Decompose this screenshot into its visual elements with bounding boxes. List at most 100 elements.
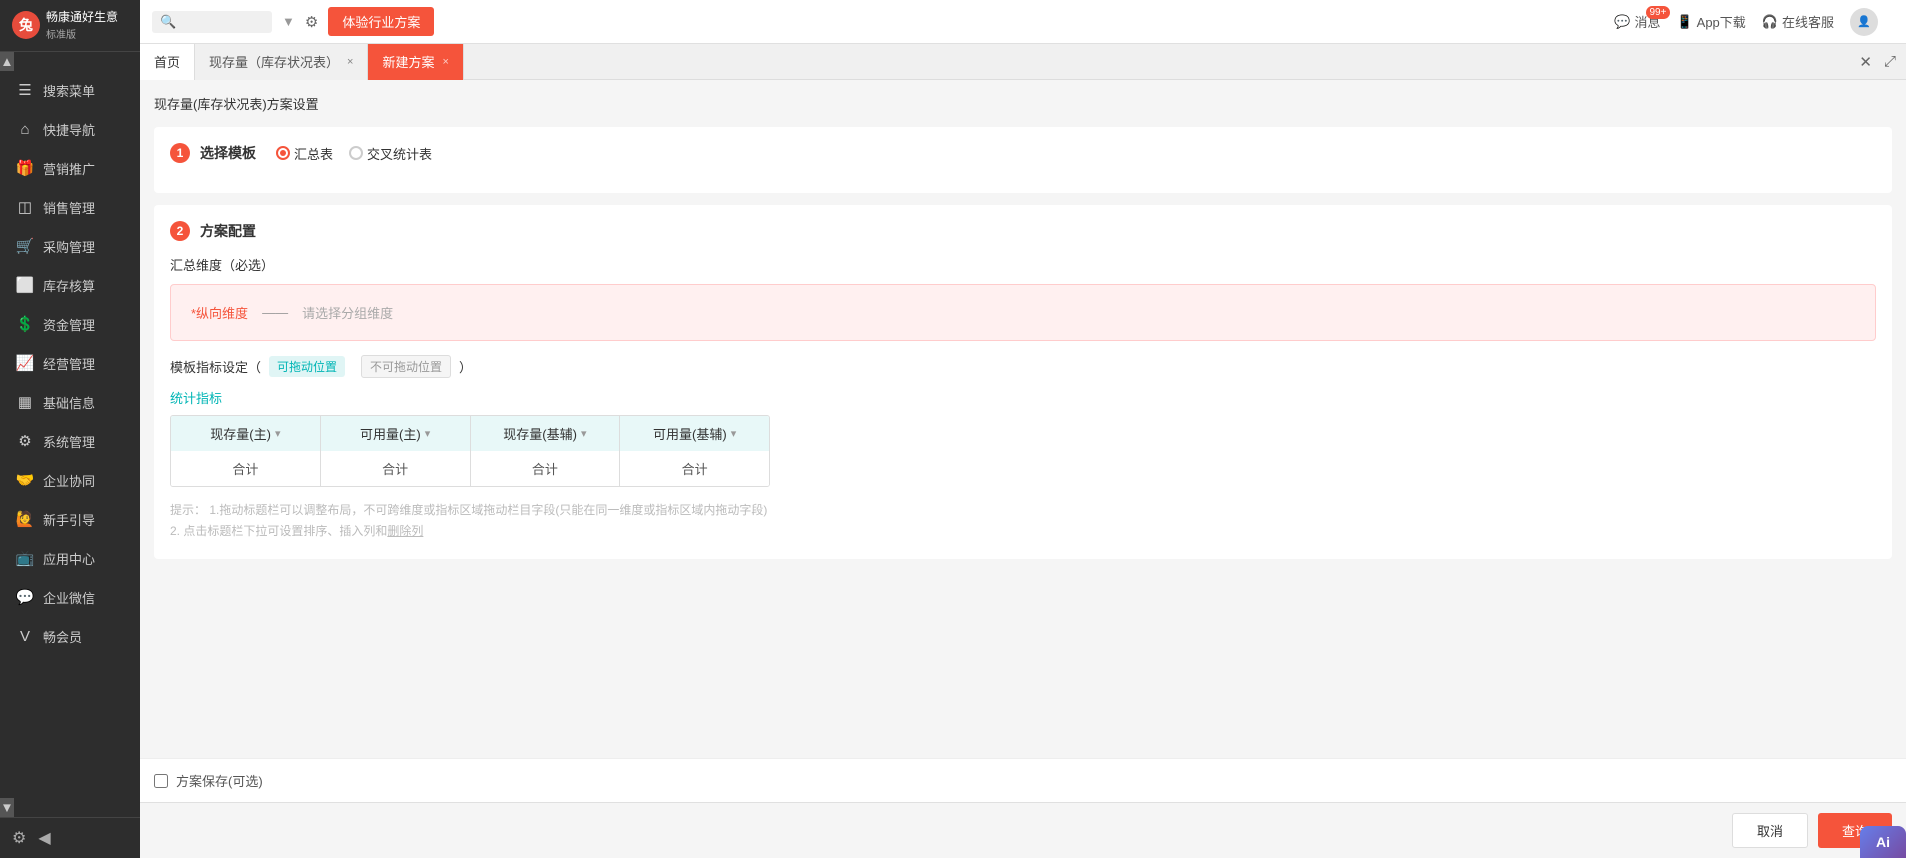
col-current-aux-label: 现存量(基辅) xyxy=(503,424,577,443)
topbar-gear-icon[interactable]: ⚙ xyxy=(305,13,318,31)
col-available-main-dropdown[interactable]: ▾ xyxy=(425,427,431,440)
collapse-icon[interactable]: ◀ xyxy=(38,828,50,848)
dimension-required-star: *纵向维度 xyxy=(191,303,248,322)
col-current-aux[interactable]: 现存量(基辅) ▾ xyxy=(471,416,621,451)
enterprise-icon: 🤝 xyxy=(15,471,35,489)
ai-label: Ai xyxy=(1876,834,1890,850)
tab-close-window-btn[interactable]: ✕ xyxy=(1855,51,1876,73)
logo-icon: 兔 xyxy=(12,11,40,39)
sidebar-item-operations[interactable]: 📈 经营管理 xyxy=(0,344,140,383)
cell-total-2: 合计 xyxy=(321,451,471,486)
cell-total-4: 合计 xyxy=(620,451,769,486)
sidebar-item-purchase[interactable]: 🛒 采购管理 xyxy=(0,227,140,266)
col-current-main[interactable]: 现存量(主) ▾ xyxy=(171,416,321,451)
sidebar-item-label: 资金管理 xyxy=(43,315,95,334)
member-icon: V xyxy=(15,628,35,645)
col-available-aux[interactable]: 可用量(基辅) ▾ xyxy=(620,416,769,451)
sidebar-item-label: 应用中心 xyxy=(43,549,95,568)
section1-num: 1 xyxy=(170,143,190,163)
cancel-button[interactable]: 取消 xyxy=(1732,813,1808,848)
sidebar-item-system[interactable]: ⚙ 系统管理 xyxy=(0,422,140,461)
sidebar-item-finance[interactable]: 💲 资金管理 xyxy=(0,305,140,344)
col-available-aux-dropdown[interactable]: ▾ xyxy=(731,427,737,440)
sidebar-item-enterprise-wechat[interactable]: 💬 企业微信 xyxy=(0,578,140,617)
inventory-tab-close[interactable]: × xyxy=(347,56,353,68)
quick-nav-icon: ⌂ xyxy=(15,121,35,138)
app-sub: 标准版 xyxy=(46,26,118,41)
app-name: 畅康通好生意 xyxy=(46,10,118,26)
sales-icon: ◫ xyxy=(15,198,35,216)
search-icon: 🔍 xyxy=(160,14,176,30)
tab-maximize-btn[interactable]: ⤢ xyxy=(1880,51,1900,72)
tip-1: 提示： 1.拖动标题栏可以调整布局，不可跨维度或指标区域拖动栏目字段(只能在同一… xyxy=(170,501,1876,518)
save-row: 方案保存(可选) xyxy=(140,758,1906,802)
dimension-input-area[interactable]: *纵向维度 —— 请选择分组维度 xyxy=(170,284,1876,341)
trial-industry-button[interactable]: 体验行业方案 xyxy=(328,7,434,36)
save-label: 方案保存(可选) xyxy=(176,771,263,790)
sidebar-item-basic-info[interactable]: ▦ 基础信息 xyxy=(0,383,140,422)
dimension-required-title: 汇总维度（必选） xyxy=(170,255,1876,274)
col-current-aux-dropdown[interactable]: ▾ xyxy=(581,427,587,440)
ai-float-button[interactable]: Ai xyxy=(1860,826,1906,858)
radio-dot-cross xyxy=(349,146,363,160)
section-plan-config: 2 方案配置 汇总维度（必选） *纵向维度 —— 请选择分组维度 模板指标设定（… xyxy=(154,205,1892,559)
topbar-right: 💬 消息 99+ 📱 App下载 🎧 在线客服 👤 xyxy=(1614,8,1894,36)
sidebar: 兔 畅康通好生意 标准版 ▲ ☰ 搜索菜单 ⌂ 快捷导航 🎁 营销推广 ◫ 销售… xyxy=(0,0,140,858)
sidebar-item-sales[interactable]: ◫ 销售管理 xyxy=(0,188,140,227)
sidebar-item-label: 企业协同 xyxy=(43,471,95,490)
template-options: 汇总表 交叉统计表 xyxy=(276,144,432,163)
marketing-icon: 🎁 xyxy=(15,159,35,177)
dimension-separator: —— xyxy=(262,305,288,320)
basic-info-icon: ▦ xyxy=(15,393,35,411)
radio-cross[interactable]: 交叉统计表 xyxy=(349,144,432,163)
message-btn[interactable]: 💬 消息 99+ xyxy=(1614,12,1660,31)
cell-total-3: 合计 xyxy=(471,451,621,486)
page-title: 现存量(库存状况表)方案设置 xyxy=(154,94,1892,113)
sidebar-item-label: 采购管理 xyxy=(43,237,95,256)
topbar-dropdown-icon[interactable]: ▼ xyxy=(282,14,295,29)
metrics-setting-row: 模板指标设定（ 可拖动位置 不可拖动位置 ） xyxy=(170,355,1876,378)
sidebar-item-member[interactable]: V 畅会员 xyxy=(0,617,140,656)
app-download-btn[interactable]: 📱 App下载 xyxy=(1676,12,1745,31)
stats-label: 统计指标 xyxy=(170,388,1876,407)
topbar: 🔍 ▼ ⚙ 体验行业方案 💬 消息 99+ 📱 App下载 🎧 在线客服 👤 xyxy=(140,0,1906,44)
tab-inventory[interactable]: 现存量（库存状况表） × xyxy=(195,44,368,80)
headset-icon: 🎧 xyxy=(1762,14,1778,30)
new-plan-tab-close[interactable]: × xyxy=(442,56,448,68)
tab-home[interactable]: 首页 xyxy=(140,44,195,80)
inventory-icon: ⬜ xyxy=(15,276,35,294)
plan-config-body: 汇总维度（必选） *纵向维度 —— 请选择分组维度 模板指标设定（ 可拖动位置 … xyxy=(170,255,1876,539)
app-icon: 📱 xyxy=(1676,14,1692,30)
topbar-search[interactable]: 🔍 xyxy=(152,11,272,33)
save-checkbox[interactable] xyxy=(154,774,168,788)
sidebar-item-search-menu[interactable]: ☰ 搜索菜单 xyxy=(0,71,140,110)
sidebar-bottom: ⚙ ◀ xyxy=(0,817,140,858)
sidebar-item-marketing[interactable]: 🎁 营销推广 xyxy=(0,149,140,188)
online-service-btn[interactable]: 🎧 在线客服 xyxy=(1762,12,1834,31)
sidebar-item-label: 新手引导 xyxy=(43,510,95,529)
user-avatar[interactable]: 👤 xyxy=(1850,8,1878,36)
col-current-main-dropdown[interactable]: ▾ xyxy=(275,427,281,440)
sidebar-scroll-up[interactable]: ▲ xyxy=(0,52,14,71)
purchase-icon: 🛒 xyxy=(15,237,35,255)
section2-header: 2 方案配置 xyxy=(170,221,1876,241)
sidebar-item-quick-nav[interactable]: ⌂ 快捷导航 xyxy=(0,110,140,149)
section1-label: 选择模板 xyxy=(200,143,256,163)
new-plan-tab-label: 新建方案 xyxy=(382,52,434,71)
sidebar-item-new-user[interactable]: 🙋 新手引导 xyxy=(0,500,140,539)
sidebar-item-enterprise[interactable]: 🤝 企业协同 xyxy=(0,461,140,500)
sidebar-nav: ☰ 搜索菜单 ⌂ 快捷导航 🎁 营销推广 ◫ 销售管理 🛒 采购管理 ⬜ 库存核… xyxy=(0,71,140,798)
cell-total-1: 合计 xyxy=(171,451,321,486)
tab-new-plan[interactable]: 新建方案 × xyxy=(368,44,463,80)
metrics-table-body: 合计 合计 合计 合计 xyxy=(171,451,769,486)
settings-icon[interactable]: ⚙ xyxy=(12,828,26,848)
metrics-table: 现存量(主) ▾ 可用量(主) ▾ 现存量(基辅) ▾ 可用量(基辅) xyxy=(170,415,770,487)
sidebar-item-label: 经营管理 xyxy=(43,354,95,373)
col-available-aux-label: 可用量(基辅) xyxy=(653,424,727,443)
app-center-icon: 📺 xyxy=(15,549,35,567)
sidebar-item-inventory[interactable]: ⬜ 库存核算 xyxy=(0,266,140,305)
radio-summary[interactable]: 汇总表 xyxy=(276,144,333,163)
sidebar-item-app-center[interactable]: 📺 应用中心 xyxy=(0,539,140,578)
sidebar-scroll-down[interactable]: ▼ xyxy=(0,798,14,817)
col-available-main[interactable]: 可用量(主) ▾ xyxy=(321,416,471,451)
